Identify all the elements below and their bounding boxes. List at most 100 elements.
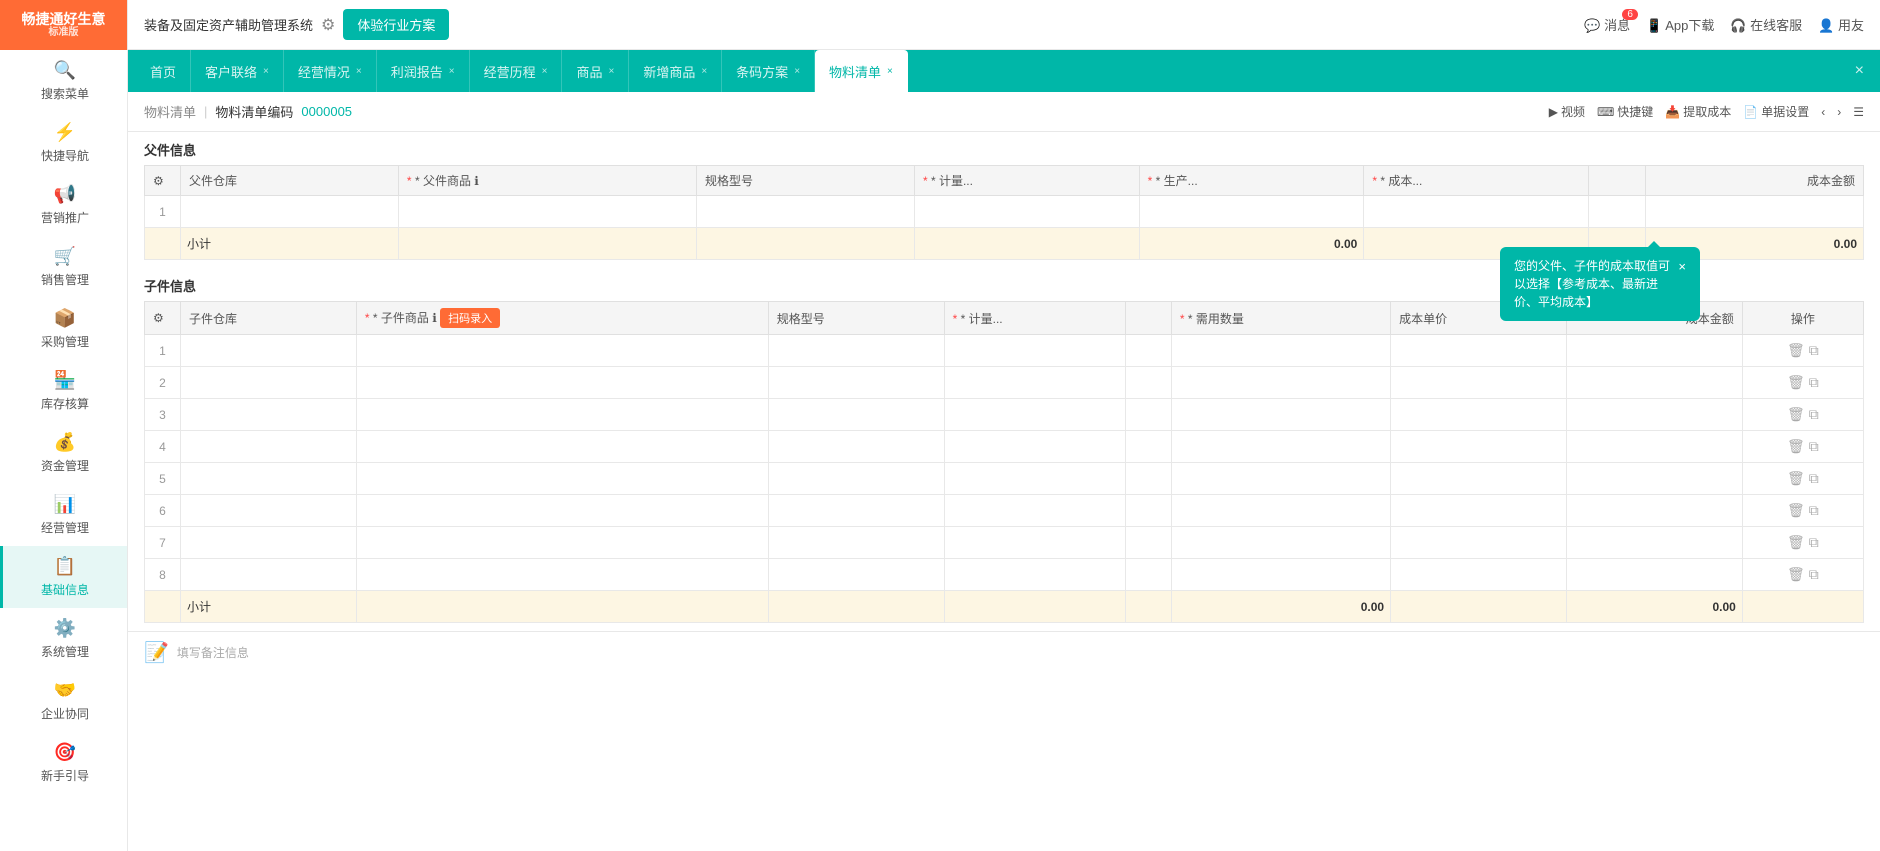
child-row-spec[interactable]: [768, 495, 944, 527]
app-download-button[interactable]: 📱 App下载: [1646, 15, 1714, 34]
child-row-product[interactable]: [356, 559, 768, 591]
tab-operation-status[interactable]: 经营情况 ×: [284, 50, 377, 92]
delete-icon[interactable]: 🗑: [1787, 374, 1805, 391]
child-row-unit[interactable]: [944, 463, 1125, 495]
tab-products[interactable]: 商品 ×: [562, 50, 629, 92]
copy-icon[interactable]: ⧉: [1809, 438, 1819, 455]
copy-icon[interactable]: ⧉: [1809, 374, 1819, 391]
child-row-unit-cost[interactable]: [1391, 559, 1567, 591]
child-row-warehouse[interactable]: [181, 335, 357, 367]
scan-button[interactable]: 扫码录入: [440, 308, 500, 328]
child-row-product[interactable]: [356, 463, 768, 495]
child-row-unit-cost[interactable]: [1391, 463, 1567, 495]
sidebar-item-enterprise[interactable]: 🤝 企业协同: [0, 670, 127, 732]
sidebar-item-sales[interactable]: 🛒 销售管理: [0, 236, 127, 298]
child-row-spec[interactable]: [768, 335, 944, 367]
sidebar-item-inventory[interactable]: 🏪 库存核算: [0, 360, 127, 422]
child-row-qty[interactable]: [1171, 367, 1390, 399]
delete-icon[interactable]: 🗑: [1787, 342, 1805, 359]
child-row-unit-cost[interactable]: [1391, 367, 1567, 399]
sidebar-item-search[interactable]: 🔍 搜索菜单: [0, 50, 127, 112]
child-row-unit[interactable]: [944, 559, 1125, 591]
parent-row-1-cost[interactable]: [1364, 196, 1589, 228]
shortcut-button[interactable]: ⌨ 快捷键: [1597, 103, 1653, 120]
user-menu[interactable]: 👤 用友: [1818, 15, 1864, 34]
parent-row-1-product[interactable]: [398, 196, 696, 228]
child-row-unit-cost[interactable]: [1391, 431, 1567, 463]
tab-products-close[interactable]: ×: [608, 66, 614, 77]
copy-icon[interactable]: ⧉: [1809, 406, 1819, 423]
parent-row-1-spec[interactable]: [697, 196, 915, 228]
child-row-unit[interactable]: [944, 335, 1125, 367]
child-row-warehouse[interactable]: [181, 367, 357, 399]
child-row-qty[interactable]: [1171, 463, 1390, 495]
child-row-warehouse[interactable]: [181, 431, 357, 463]
child-row-warehouse[interactable]: [181, 527, 357, 559]
message-button[interactable]: 💬 6 消息: [1584, 15, 1630, 34]
child-row-spec[interactable]: [768, 431, 944, 463]
tab-customers-close[interactable]: ×: [263, 66, 269, 77]
child-row-spec[interactable]: [768, 399, 944, 431]
tab-operation-status-close[interactable]: ×: [356, 66, 362, 77]
tab-customers[interactable]: 客户联络 ×: [191, 50, 284, 92]
child-row-product[interactable]: [356, 431, 768, 463]
tooltip-close-button[interactable]: ×: [1678, 257, 1686, 277]
sidebar-item-purchase[interactable]: 📦 采购管理: [0, 298, 127, 360]
tab-barcode[interactable]: 条码方案 ×: [722, 50, 815, 92]
tab-new-product[interactable]: 新增商品 ×: [629, 50, 722, 92]
sidebar-item-quick-nav[interactable]: ⚡ 快捷导航: [0, 112, 127, 174]
child-row-unit-cost[interactable]: [1391, 335, 1567, 367]
child-row-warehouse[interactable]: [181, 463, 357, 495]
parent-row-1-produce[interactable]: [1139, 196, 1364, 228]
single-settings-button[interactable]: 📄 单据设置: [1743, 103, 1809, 120]
copy-icon[interactable]: ⧉: [1809, 470, 1819, 487]
copy-icon[interactable]: ⧉: [1809, 534, 1819, 551]
child-row-unit[interactable]: [944, 527, 1125, 559]
child-row-unit[interactable]: [944, 495, 1125, 527]
tab-profit-close[interactable]: ×: [449, 66, 455, 77]
child-row-product[interactable]: [356, 335, 768, 367]
child-row-qty[interactable]: [1171, 335, 1390, 367]
child-row-spec[interactable]: [768, 463, 944, 495]
copy-icon[interactable]: ⧉: [1809, 566, 1819, 583]
delete-icon[interactable]: 🗑: [1787, 406, 1805, 423]
child-row-product[interactable]: [356, 399, 768, 431]
delete-icon[interactable]: 🗑: [1787, 566, 1805, 583]
tab-profit[interactable]: 利润报告 ×: [377, 50, 470, 92]
sidebar-item-operation[interactable]: 📊 经营管理: [0, 484, 127, 546]
nav-prev-button[interactable]: ‹: [1821, 105, 1825, 119]
child-row-unit-cost[interactable]: [1391, 399, 1567, 431]
delete-icon[interactable]: 🗑: [1787, 438, 1805, 455]
child-row-qty[interactable]: [1171, 527, 1390, 559]
sidebar-item-system[interactable]: ⚙️ 系统管理: [0, 608, 127, 670]
delete-icon[interactable]: 🗑: [1787, 470, 1805, 487]
online-service-button[interactable]: 🎧 在线客服: [1730, 15, 1802, 34]
child-row-qty[interactable]: [1171, 495, 1390, 527]
child-row-warehouse[interactable]: [181, 559, 357, 591]
child-row-product[interactable]: [356, 495, 768, 527]
tab-bom[interactable]: 物料清单 ×: [815, 50, 908, 92]
copy-icon[interactable]: ⧉: [1809, 502, 1819, 519]
copy-icon[interactable]: ⧉: [1809, 342, 1819, 359]
sidebar-item-basic[interactable]: 📋 基础信息: [0, 546, 127, 608]
tab-bom-close[interactable]: ×: [887, 66, 893, 77]
view-button[interactable]: ▶ 视频: [1549, 103, 1585, 120]
child-row-warehouse[interactable]: [181, 495, 357, 527]
tab-new-product-close[interactable]: ×: [701, 66, 707, 77]
child-row-qty[interactable]: [1171, 431, 1390, 463]
child-row-warehouse[interactable]: [181, 399, 357, 431]
tab-history-close[interactable]: ×: [542, 66, 548, 77]
sidebar-item-finance[interactable]: 💰 资金管理: [0, 422, 127, 484]
trial-button[interactable]: 体验行业方案: [343, 9, 449, 40]
extract-cost-button[interactable]: 📥 提取成本: [1665, 103, 1731, 120]
sidebar-item-marketing[interactable]: 📢 营销推广: [0, 174, 127, 236]
delete-icon[interactable]: 🗑: [1787, 502, 1805, 519]
child-row-product[interactable]: [356, 367, 768, 399]
parent-row-1-warehouse[interactable]: [181, 196, 399, 228]
child-row-unit[interactable]: [944, 431, 1125, 463]
child-row-unit-cost[interactable]: [1391, 495, 1567, 527]
close-all-tabs-button[interactable]: ×: [1847, 62, 1872, 80]
parent-row-1-unit[interactable]: [914, 196, 1139, 228]
child-row-spec[interactable]: [768, 527, 944, 559]
delete-icon[interactable]: 🗑: [1787, 534, 1805, 551]
